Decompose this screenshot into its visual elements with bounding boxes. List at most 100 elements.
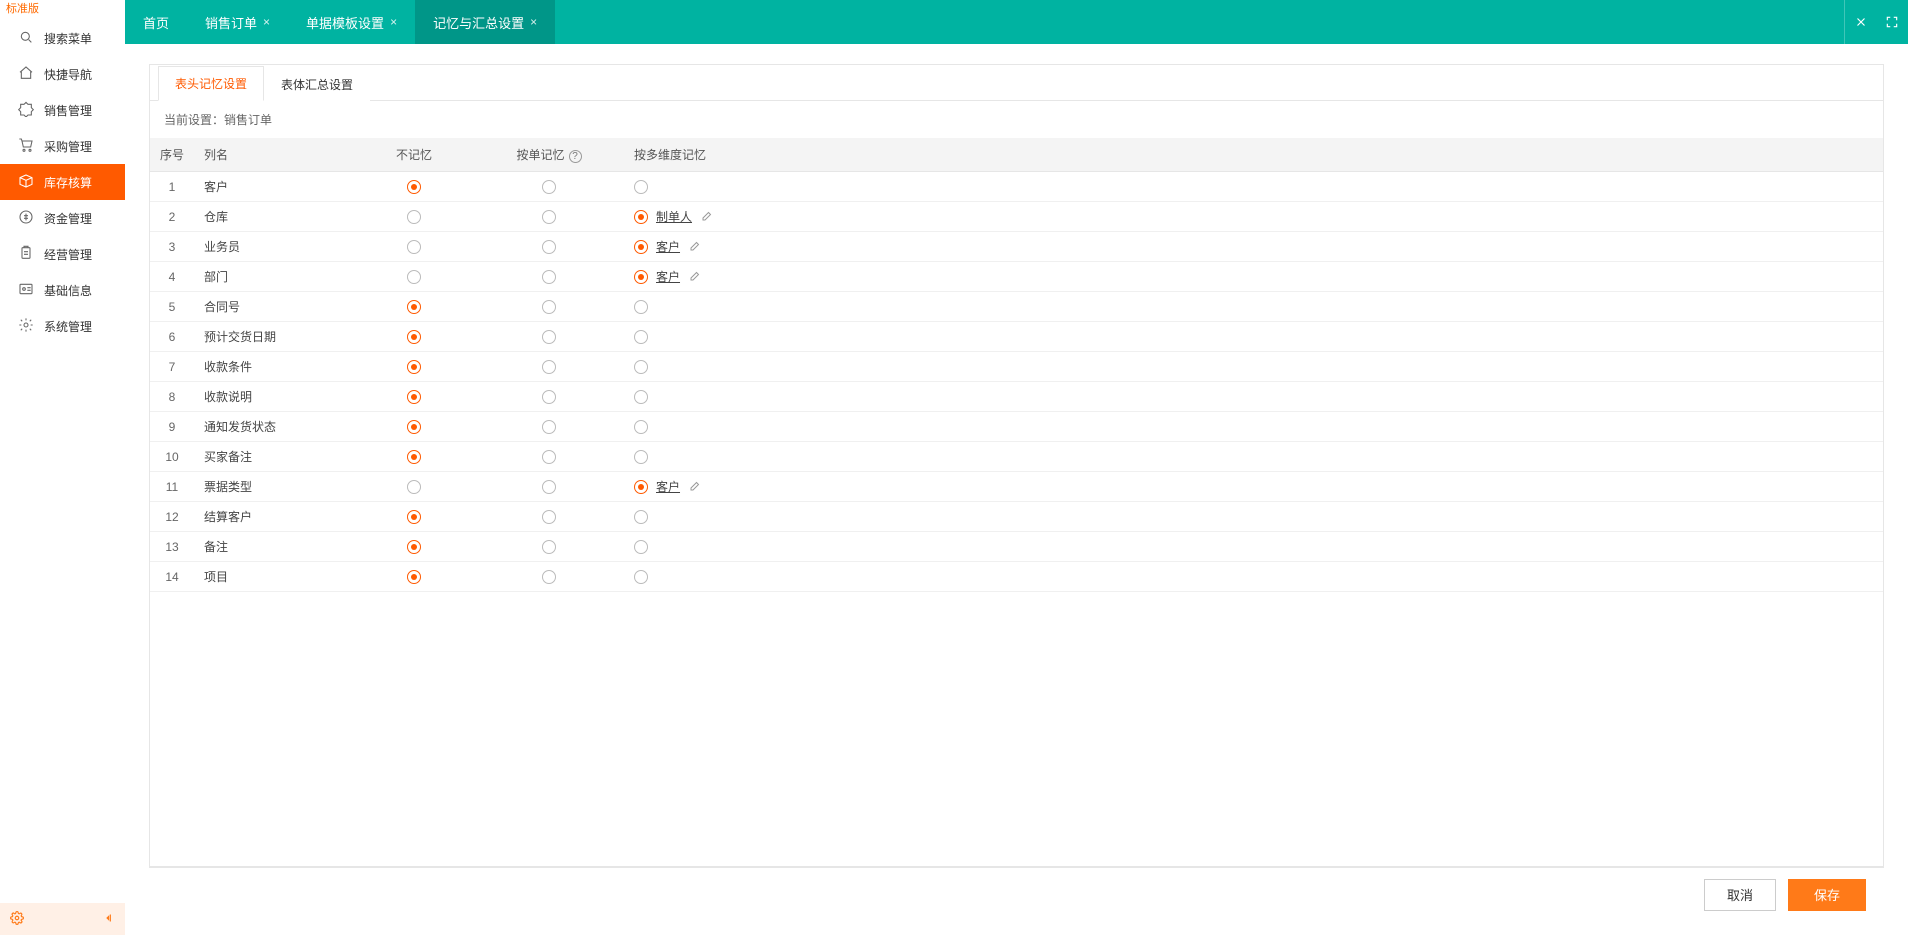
radio-bydim[interactable] <box>634 510 648 524</box>
collapse-icon[interactable] <box>101 911 115 928</box>
cell-name: 备注 <box>194 532 354 562</box>
radio-bydim[interactable] <box>634 540 648 554</box>
tab-2[interactable]: 单据模板设置× <box>288 0 415 44</box>
radio-nomem[interactable] <box>407 240 421 254</box>
radio-bydim[interactable] <box>634 420 648 434</box>
cell-nomem <box>354 472 474 502</box>
radio-byorder[interactable] <box>542 180 556 194</box>
radio-bydim[interactable] <box>634 570 648 584</box>
radio-nomem[interactable] <box>407 420 421 434</box>
radio-byorder[interactable] <box>542 270 556 284</box>
radio-byorder[interactable] <box>542 360 556 374</box>
cell-seq: 2 <box>150 202 194 232</box>
radio-nomem[interactable] <box>407 270 421 284</box>
edit-icon[interactable] <box>688 241 700 253</box>
radio-byorder[interactable] <box>542 450 556 464</box>
radio-byorder[interactable] <box>542 480 556 494</box>
edition-badge: 标准版 <box>6 0 39 16</box>
radio-byorder[interactable] <box>542 390 556 404</box>
tab-close-icon[interactable]: × <box>530 15 537 29</box>
radio-nomem[interactable] <box>407 540 421 554</box>
sidebar-item-4[interactable]: 库存核算 <box>0 164 125 200</box>
sidebar-item-label: 采购管理 <box>44 138 92 155</box>
dimension-link[interactable]: 客户 <box>656 238 680 255</box>
fullscreen-button[interactable] <box>1876 0 1908 44</box>
dimension-link[interactable]: 制单人 <box>656 208 692 225</box>
edit-icon[interactable] <box>688 481 700 493</box>
sidebar-item-6[interactable]: 经营管理 <box>0 236 125 272</box>
cell-byorder <box>474 292 624 322</box>
radio-byorder[interactable] <box>542 510 556 524</box>
sidebar-item-0[interactable]: 搜索菜单 <box>0 20 125 56</box>
radio-nomem[interactable] <box>407 480 421 494</box>
cell-seq: 14 <box>150 562 194 592</box>
edit-icon[interactable] <box>688 271 700 283</box>
cell-nomem <box>354 532 474 562</box>
sidebar-item-8[interactable]: 系统管理 <box>0 308 125 344</box>
radio-bydim[interactable] <box>634 390 648 404</box>
settings-icon[interactable] <box>10 911 24 928</box>
cell-name: 收款说明 <box>194 382 354 412</box>
tab-0[interactable]: 首页 <box>125 0 187 44</box>
radio-bydim[interactable] <box>634 270 648 284</box>
radio-nomem[interactable] <box>407 180 421 194</box>
dimension-link[interactable]: 客户 <box>656 478 680 495</box>
close-all-tabs-button[interactable] <box>1844 0 1876 44</box>
radio-bydim[interactable] <box>634 180 648 194</box>
cell-bydim <box>624 412 1883 442</box>
radio-nomem[interactable] <box>407 300 421 314</box>
radio-nomem[interactable] <box>407 510 421 524</box>
radio-byorder[interactable] <box>542 210 556 224</box>
cell-byorder <box>474 442 624 472</box>
tab-3[interactable]: 记忆与汇总设置× <box>415 0 555 44</box>
cancel-button[interactable]: 取消 <box>1704 879 1776 911</box>
sidebar-item-1[interactable]: 快捷导航 <box>0 56 125 92</box>
radio-bydim[interactable] <box>634 360 648 374</box>
radio-byorder[interactable] <box>542 570 556 584</box>
cell-byorder <box>474 352 624 382</box>
radio-nomem[interactable] <box>407 210 421 224</box>
edit-icon[interactable] <box>700 211 712 223</box>
radio-nomem[interactable] <box>407 330 421 344</box>
sidebar-item-3[interactable]: 采购管理 <box>0 128 125 164</box>
radio-nomem[interactable] <box>407 390 421 404</box>
dimension-link[interactable]: 客户 <box>656 268 680 285</box>
radio-bydim[interactable] <box>634 450 648 464</box>
radio-nomem[interactable] <box>407 360 421 374</box>
sidebar-item-5[interactable]: 资金管理 <box>0 200 125 236</box>
tab-1[interactable]: 销售订单× <box>187 0 288 44</box>
radio-byorder[interactable] <box>542 330 556 344</box>
col-seq-header: 序号 <box>150 138 194 172</box>
radio-nomem[interactable] <box>407 570 421 584</box>
cell-seq: 5 <box>150 292 194 322</box>
radio-bydim[interactable] <box>634 210 648 224</box>
content-area: 表头记忆设置表体汇总设置 当前设置：销售订单 序号 列名 不记忆 按单记忆? <box>125 44 1908 935</box>
radio-byorder[interactable] <box>542 240 556 254</box>
cell-seq: 13 <box>150 532 194 562</box>
radio-byorder[interactable] <box>542 420 556 434</box>
sidebar-item-label: 系统管理 <box>44 318 92 335</box>
table-wrapper: 序号 列名 不记忆 按单记忆? 按多维度记忆 1客户2仓库制单人3业务员客户4部… <box>150 138 1883 866</box>
tab-close-icon[interactable]: × <box>390 15 397 29</box>
footer-actions: 取消 保存 <box>149 867 1884 921</box>
radio-nomem[interactable] <box>407 450 421 464</box>
sub-tab-1[interactable]: 表体汇总设置 <box>264 66 370 101</box>
cell-byorder <box>474 232 624 262</box>
sidebar-item-2[interactable]: 销售管理 <box>0 92 125 128</box>
radio-bydim[interactable] <box>634 240 648 254</box>
tab-close-icon[interactable]: × <box>263 15 270 29</box>
radio-bydim[interactable] <box>634 480 648 494</box>
sub-tab-0[interactable]: 表头记忆设置 <box>158 66 264 101</box>
table-row: 1客户 <box>150 172 1883 202</box>
cell-bydim <box>624 562 1883 592</box>
sidebar-item-7[interactable]: 基础信息 <box>0 272 125 308</box>
radio-byorder[interactable] <box>542 540 556 554</box>
radio-bydim[interactable] <box>634 300 648 314</box>
radio-bydim[interactable] <box>634 330 648 344</box>
radio-byorder[interactable] <box>542 300 556 314</box>
settings-panel: 表头记忆设置表体汇总设置 当前设置：销售订单 序号 列名 不记忆 按单记忆? <box>149 64 1884 867</box>
save-button[interactable]: 保存 <box>1788 879 1866 911</box>
help-icon[interactable]: ? <box>569 150 582 163</box>
cell-nomem <box>354 412 474 442</box>
table-row: 4部门客户 <box>150 262 1883 292</box>
